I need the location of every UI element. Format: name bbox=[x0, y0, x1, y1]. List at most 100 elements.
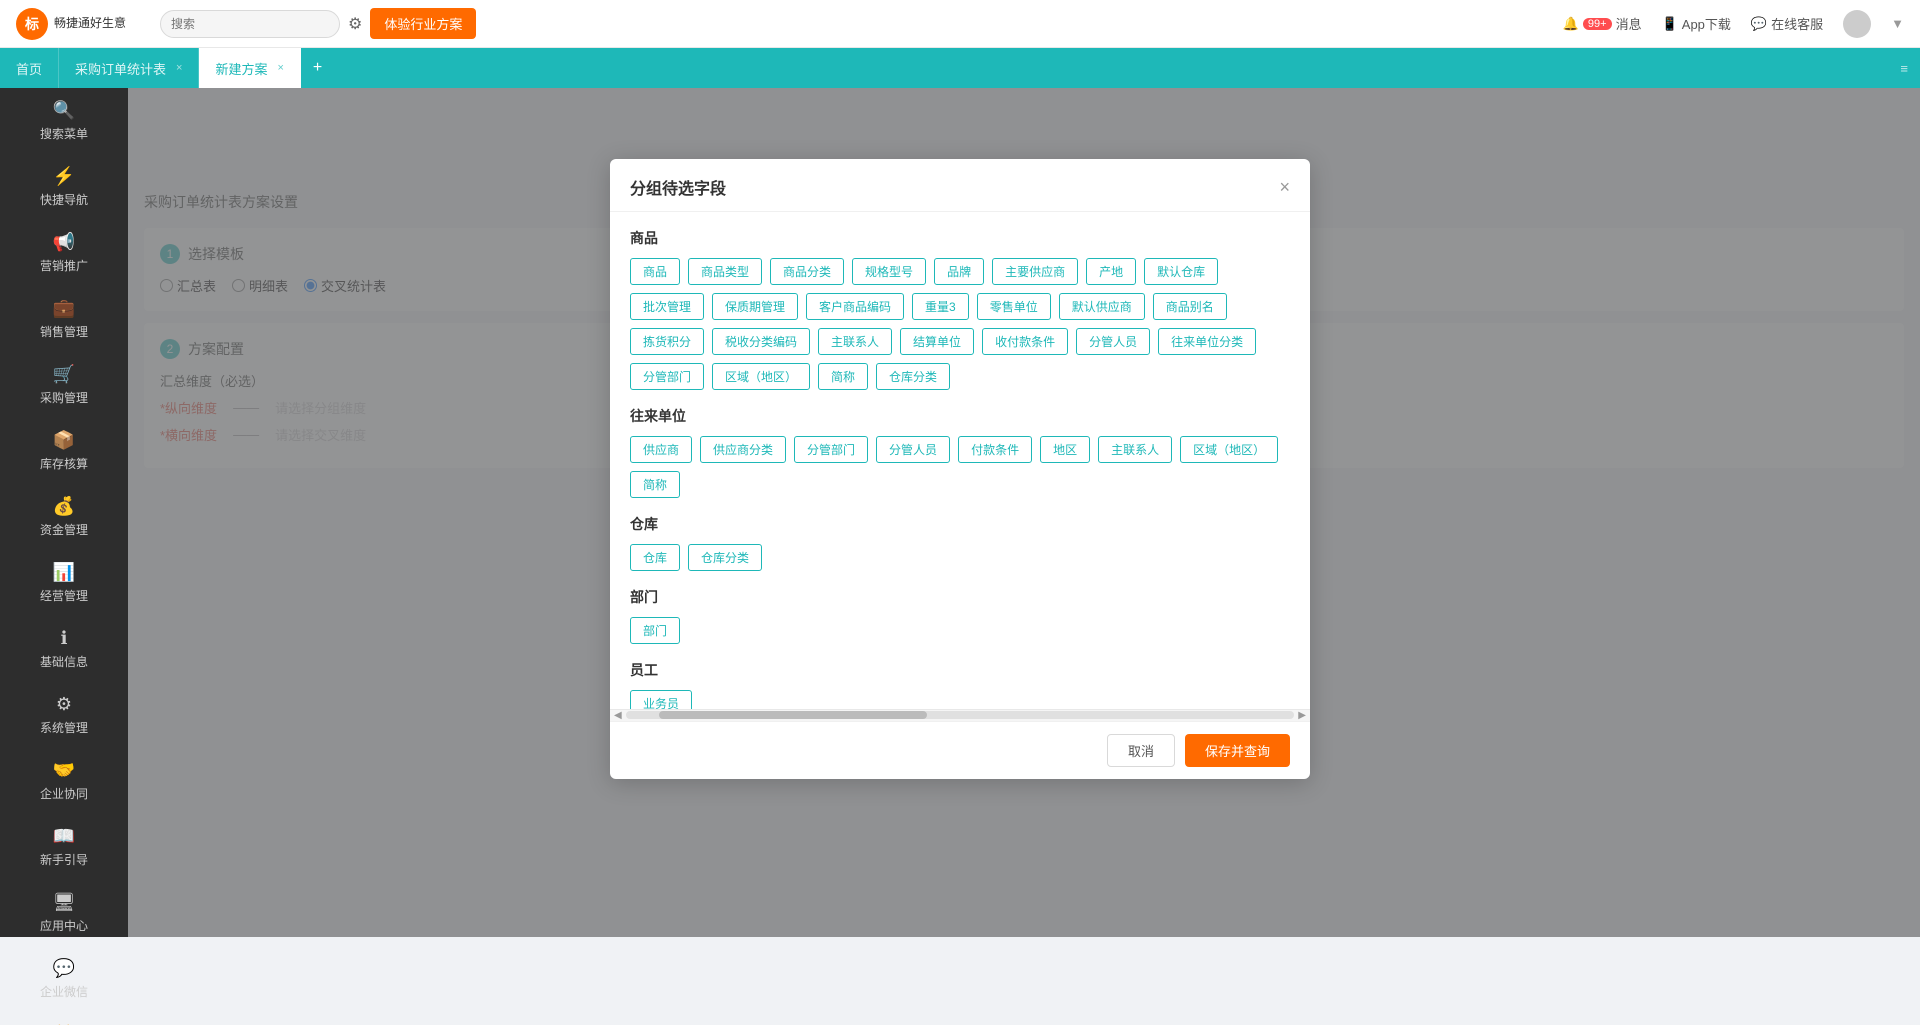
field-tag-0-18[interactable]: 结算单位 bbox=[900, 328, 974, 355]
section-title-3: 部门 bbox=[630, 587, 1290, 607]
field-tag-0-5[interactable]: 主要供应商 bbox=[992, 258, 1078, 285]
tab-home-label: 首页 bbox=[16, 59, 42, 78]
sidebar-item-1[interactable]: ⚡ 快捷导航 bbox=[0, 154, 128, 220]
field-tag-0-19[interactable]: 收付款条件 bbox=[982, 328, 1068, 355]
field-tag-0-10[interactable]: 客户商品编码 bbox=[806, 293, 904, 320]
tab-purchase[interactable]: 采购订单统计表 × bbox=[59, 48, 199, 88]
field-tag-0-13[interactable]: 默认供应商 bbox=[1059, 293, 1145, 320]
sidebar-item-9[interactable]: ⚙ 系统管理 bbox=[0, 682, 128, 748]
field-tag-0-9[interactable]: 保质期管理 bbox=[712, 293, 798, 320]
field-tag-0-15[interactable]: 拣货积分 bbox=[630, 328, 704, 355]
cancel-button[interactable]: 取消 bbox=[1107, 734, 1175, 767]
field-grid-1: 供应商供应商分类分管部门分管人员付款条件地区主联系人区域（地区） 简称 bbox=[630, 436, 1290, 498]
sidebar: 🔍 搜索菜单⚡ 快捷导航📢 营销推广💼 销售管理🛒 采购管理📦 库存核算💰 资金… bbox=[0, 88, 128, 937]
sidebar-item-6[interactable]: 💰 资金管理 bbox=[0, 484, 128, 550]
top-search: ⚙ 体验行业方案 bbox=[160, 8, 560, 39]
sidebar-label-7: 经营管理 bbox=[40, 587, 88, 604]
sidebar-item-2[interactable]: 📢 营销推广 bbox=[0, 220, 128, 286]
field-tag-0-16[interactable]: 税收分类编码 bbox=[712, 328, 810, 355]
field-tag-2-0[interactable]: 仓库 bbox=[630, 544, 680, 571]
field-tag-2-1[interactable]: 仓库分类 bbox=[688, 544, 762, 571]
sidebar-label-5: 库存核算 bbox=[40, 455, 88, 472]
field-tag-0-0[interactable]: 商品 bbox=[630, 258, 680, 285]
trial-button[interactable]: 体验行业方案 bbox=[370, 8, 476, 39]
field-grid-3: 部门 bbox=[630, 617, 1290, 644]
sidebar-item-8[interactable]: ℹ 基础信息 bbox=[0, 616, 128, 682]
field-tag-4-0[interactable]: 业务员 bbox=[630, 690, 692, 709]
field-tag-0-8[interactable]: 批次管理 bbox=[630, 293, 704, 320]
field-tag-0-14[interactable]: 商品别名 bbox=[1153, 293, 1227, 320]
field-tag-1-0[interactable]: 供应商 bbox=[630, 436, 692, 463]
sidebar-item-4[interactable]: 🛒 采购管理 bbox=[0, 352, 128, 418]
field-tag-1-1[interactable]: 供应商分类 bbox=[700, 436, 786, 463]
logo-area: 标 畅捷通好生意 bbox=[16, 8, 144, 40]
notification-label: 消息 bbox=[1616, 14, 1642, 33]
sidebar-label-0: 搜索菜单 bbox=[40, 125, 88, 142]
field-tag-0-2[interactable]: 商品分类 bbox=[770, 258, 844, 285]
sidebar-label-6: 资金管理 bbox=[40, 521, 88, 538]
field-tag-0-4[interactable]: 品牌 bbox=[934, 258, 984, 285]
top-right: 🔔 99+ 消息 📱 App下载 💬 在线客服 ▼ bbox=[1563, 10, 1904, 38]
field-tag-0-25[interactable]: 仓库分类 bbox=[876, 363, 950, 390]
modal-close-button[interactable]: × bbox=[1279, 178, 1290, 196]
tab-new-plan-close[interactable]: × bbox=[277, 62, 283, 74]
sidebar-icon-12: 🖥 bbox=[53, 892, 76, 913]
field-tag-0-21[interactable]: 往来单位分类 bbox=[1158, 328, 1256, 355]
tab-new-plan[interactable]: 新建方案 × bbox=[199, 48, 300, 88]
sidebar-item-11[interactable]: 📖 新手引导 bbox=[0, 814, 128, 880]
app-download-item[interactable]: 📱 App下载 bbox=[1662, 14, 1731, 33]
search-input[interactable] bbox=[160, 10, 340, 38]
field-tag-0-11[interactable]: 重量3 bbox=[912, 293, 969, 320]
online-service-item[interactable]: 💬 在线客服 bbox=[1751, 14, 1823, 33]
tab-purchase-close[interactable]: × bbox=[176, 62, 182, 74]
field-tag-0-23[interactable]: 区域（地区） bbox=[712, 363, 810, 390]
sidebar-icon-3: 💼 bbox=[53, 298, 75, 319]
download-icon: 📱 bbox=[1662, 16, 1678, 32]
sidebar-icon-9: ⚙ bbox=[56, 694, 72, 715]
field-tag-1-2[interactable]: 分管部门 bbox=[794, 436, 868, 463]
field-tag-0-12[interactable]: 零售单位 bbox=[977, 293, 1051, 320]
field-tag-1-6[interactable]: 主联系人 bbox=[1098, 436, 1172, 463]
field-tag-1-3[interactable]: 分管人员 bbox=[876, 436, 950, 463]
modal-header: 分组待选字段 × bbox=[610, 159, 1310, 212]
field-tag-0-3[interactable]: 规格型号 bbox=[852, 258, 926, 285]
modal-horizontal-scrollbar[interactable]: ◀ ▶ bbox=[610, 709, 1310, 721]
notification-icon: 🔔 bbox=[1563, 16, 1579, 32]
field-tag-1-5[interactable]: 地区 bbox=[1040, 436, 1090, 463]
field-tag-1-4[interactable]: 付款条件 bbox=[958, 436, 1032, 463]
field-tag-0-1[interactable]: 商品类型 bbox=[688, 258, 762, 285]
field-tag-0-6[interactable]: 产地 bbox=[1086, 258, 1136, 285]
field-tag-1-8[interactable]: 简称 bbox=[630, 471, 680, 498]
field-tag-1-7[interactable]: 区域（地区） bbox=[1180, 436, 1278, 463]
sidebar-item-0[interactable]: 🔍 搜索菜单 bbox=[0, 88, 128, 154]
sidebar-icon-11: 📖 bbox=[53, 826, 75, 847]
section-title-1: 往来单位 bbox=[630, 406, 1290, 426]
sidebar-icon-10: 🤝 bbox=[53, 760, 75, 781]
save-query-button[interactable]: 保存并查询 bbox=[1185, 734, 1290, 767]
sidebar-item-12[interactable]: 🖥 应用中心 bbox=[0, 880, 128, 946]
sidebar-label-12: 应用中心 bbox=[40, 917, 88, 934]
sidebar-item-10[interactable]: 🤝 企业协同 bbox=[0, 748, 128, 814]
modal-title: 分组待选字段 bbox=[630, 175, 726, 199]
sidebar-icon-8: ℹ bbox=[61, 628, 68, 649]
sidebar-item-3[interactable]: 💼 销售管理 bbox=[0, 286, 128, 352]
sidebar-icon-0: 🔍 bbox=[53, 100, 75, 121]
field-tag-0-20[interactable]: 分管人员 bbox=[1076, 328, 1150, 355]
field-tag-0-24[interactable]: 简称 bbox=[818, 363, 868, 390]
field-tag-0-22[interactable]: 分管部门 bbox=[630, 363, 704, 390]
avatar[interactable] bbox=[1843, 10, 1871, 38]
sidebar-item-5[interactable]: 📦 库存核算 bbox=[0, 418, 128, 484]
sidebar-item-7[interactable]: 📊 经营管理 bbox=[0, 550, 128, 616]
field-select-modal: 分组待选字段 × 商品商品商品类型商品分类规格型号品牌主要供应商产地默认仓库批次… bbox=[610, 159, 1310, 779]
modal-body: 商品商品商品类型商品分类规格型号品牌主要供应商产地默认仓库批次管理保质期管理客户… bbox=[610, 212, 1310, 709]
field-tag-0-7[interactable]: 默认仓库 bbox=[1144, 258, 1218, 285]
field-tag-0-17[interactable]: 主联系人 bbox=[818, 328, 892, 355]
field-tag-3-0[interactable]: 部门 bbox=[630, 617, 680, 644]
tab-home[interactable]: 首页 bbox=[0, 48, 59, 88]
tab-add-button[interactable]: + bbox=[301, 59, 334, 77]
settings-icon[interactable]: ⚙ bbox=[348, 14, 362, 34]
sidebar-label-9: 系统管理 bbox=[40, 719, 88, 736]
notification-item[interactable]: 🔔 99+ 消息 bbox=[1563, 14, 1642, 33]
tab-more-button[interactable]: ≡ bbox=[1888, 61, 1920, 76]
field-grid-2: 仓库仓库分类 bbox=[630, 544, 1290, 571]
